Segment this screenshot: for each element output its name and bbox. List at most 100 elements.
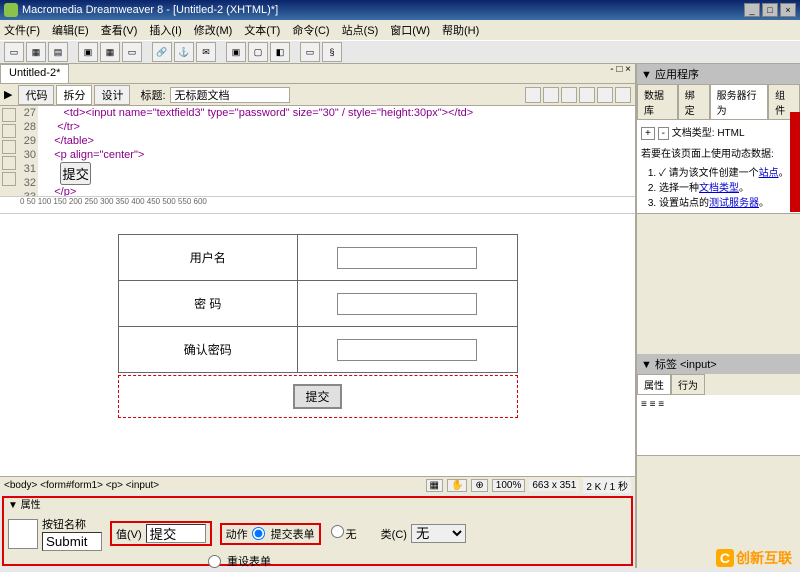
page-size: 2 K / 1 秒	[583, 478, 631, 493]
expand-icon[interactable]: ▶	[4, 88, 12, 101]
tool-media-icon[interactable]: ▦	[100, 42, 120, 62]
tool-char-icon[interactable]: §	[322, 42, 342, 62]
hand-tool-icon[interactable]: ✋	[447, 479, 467, 492]
code-wrap-icon[interactable]	[2, 172, 16, 186]
design-view[interactable]: 用户名 密 码 确认密码 提交	[0, 214, 635, 476]
radio-submit-label: 提交表单	[271, 526, 315, 542]
radio-reset[interactable]	[208, 555, 221, 568]
label-username: 用户名	[118, 235, 298, 281]
properties-panel: ▼ 属性 按钮名称 值(V) 动作 提交表单 无 类(C) 无	[2, 496, 633, 566]
tag-crumb[interactable]: <form#form1>	[40, 480, 103, 491]
zoom-value[interactable]: 100%	[492, 479, 526, 492]
code-collapse-icon[interactable]	[2, 108, 16, 122]
input-confirm[interactable]	[337, 339, 477, 361]
minimize-button[interactable]: _	[744, 3, 760, 17]
tool-script-icon[interactable]: ◧	[270, 42, 290, 62]
menu-item[interactable]: 帮助(H)	[442, 22, 479, 38]
doc-window-controls[interactable]: - □ ×	[610, 64, 635, 83]
tag-tab[interactable]: 行为	[671, 374, 705, 395]
tool-div-icon[interactable]: ▭	[122, 42, 142, 62]
tool-mail-icon[interactable]: ✉	[196, 42, 216, 62]
document-tab[interactable]: Untitled-2*	[0, 64, 69, 83]
radio-none-label: 无	[346, 529, 357, 541]
tag-header[interactable]: ▼ 标签 <input>	[637, 354, 800, 374]
code-view[interactable]: 2728293031323334 <td><input name="textfi…	[0, 106, 635, 196]
code-toolbar	[0, 106, 18, 196]
menu-item[interactable]: 编辑(E)	[52, 22, 89, 38]
tool-anchor-icon[interactable]: ⚓	[174, 42, 194, 62]
button-name-input[interactable]	[42, 532, 102, 551]
tag-crumb[interactable]: <p>	[106, 480, 123, 491]
menu-item[interactable]: 修改(M)	[194, 22, 233, 38]
menu-item[interactable]: 插入(I)	[149, 22, 181, 38]
doctype-label: 文档类型:	[672, 128, 715, 139]
maximize-button[interactable]: □	[762, 3, 778, 17]
minus-button[interactable]: -	[658, 127, 669, 140]
menu-item[interactable]: 窗口(W)	[390, 22, 430, 38]
action-label: 动作	[226, 526, 248, 542]
menu-item[interactable]: 命令(C)	[292, 22, 329, 38]
radio-submit[interactable]	[252, 527, 265, 540]
tool-new-icon[interactable]: ▭	[4, 42, 24, 62]
zoom-tool-icon[interactable]: ⊕	[471, 479, 487, 492]
menu-item[interactable]: 查看(V)	[101, 22, 138, 38]
tool-image-icon[interactable]: ▣	[78, 42, 98, 62]
submit-button[interactable]: 提交	[293, 384, 341, 409]
title-input[interactable]	[170, 87, 290, 103]
code-lines[interactable]: <td><input name="textfield3" type="passw…	[38, 106, 635, 196]
tool-comment-icon[interactable]: ▢	[248, 42, 268, 62]
tool-link-icon[interactable]: 🔗	[152, 42, 172, 62]
tag-toolbar-icons[interactable]: ≡ ≡ ≡	[641, 399, 664, 410]
ad-strip	[790, 112, 800, 212]
app-tab[interactable]: 服务器行为	[710, 84, 769, 120]
properties-header[interactable]: ▼ 属性	[8, 496, 41, 511]
title-label: 标题:	[140, 87, 165, 103]
visual-aids-icon[interactable]	[597, 87, 613, 103]
check-icon[interactable]	[615, 87, 631, 103]
browser-icon[interactable]	[579, 87, 595, 103]
validate-icon[interactable]	[525, 87, 541, 103]
tag-crumb[interactable]: <input>	[126, 480, 159, 491]
tool-date-icon[interactable]: ▣	[226, 42, 246, 62]
step-link[interactable]: 测试服务器	[709, 198, 759, 209]
title-text: Macromedia Dreamweaver 8 - [Untitled-2 (…	[22, 4, 278, 16]
menu-item[interactable]: 文件(F)	[4, 22, 40, 38]
menu-item[interactable]: 站点(S)	[342, 22, 379, 38]
tool-table-icon[interactable]: ▦	[26, 42, 46, 62]
tool-layout-icon[interactable]: ▤	[48, 42, 68, 62]
app-tab[interactable]: 绑定	[678, 84, 710, 120]
options-icon[interactable]	[543, 87, 559, 103]
code-view-button[interactable]: 代码	[18, 85, 54, 105]
input-username[interactable]	[337, 247, 477, 269]
application-header[interactable]: ▼ 应用程序	[637, 64, 800, 84]
design-view-button[interactable]: 设计	[94, 85, 130, 105]
doctype-value: HTML	[717, 128, 744, 139]
close-button[interactable]: ×	[780, 3, 796, 17]
canvas-dims: 663 x 351	[529, 480, 579, 491]
select-tool-icon[interactable]: ▦	[426, 479, 443, 492]
form-table[interactable]: 用户名 密 码 确认密码	[118, 234, 518, 373]
menubar: 文件(F) 编辑(E) 查看(V) 插入(I) 修改(M) 文本(T) 命令(C) 站点(S)…	[0, 20, 800, 40]
split-view-button[interactable]: 拆分	[56, 85, 92, 105]
value-input[interactable]	[146, 524, 206, 543]
menu-item[interactable]: 文本(T)	[244, 22, 280, 38]
input-password[interactable]	[337, 293, 477, 315]
app-icon	[4, 3, 18, 17]
code-balance-icon[interactable]	[2, 156, 16, 170]
tag-tab[interactable]: 属性	[637, 374, 671, 395]
tag-crumb[interactable]: <body>	[4, 480, 37, 491]
code-select-icon[interactable]	[2, 140, 16, 154]
submit-row[interactable]: 提交	[118, 375, 518, 418]
setup-step: 选择一种文档类型。	[659, 179, 796, 194]
refresh-icon[interactable]	[561, 87, 577, 103]
class-select[interactable]: 无	[411, 524, 466, 543]
code-expand-icon[interactable]	[2, 124, 16, 138]
tool-form-icon[interactable]: ▭	[300, 42, 320, 62]
tag-path[interactable]: <body> <form#form1> <p> <input>	[4, 480, 159, 491]
tag-panel: ▼ 标签 <input> 属性行为 ≡ ≡ ≡	[637, 354, 800, 456]
plus-button[interactable]: +	[641, 127, 655, 140]
step-link[interactable]: 文档类型	[699, 183, 739, 194]
radio-none[interactable]	[331, 525, 344, 538]
step-link[interactable]: 站点	[759, 168, 779, 179]
app-tab[interactable]: 数据库	[637, 84, 678, 120]
